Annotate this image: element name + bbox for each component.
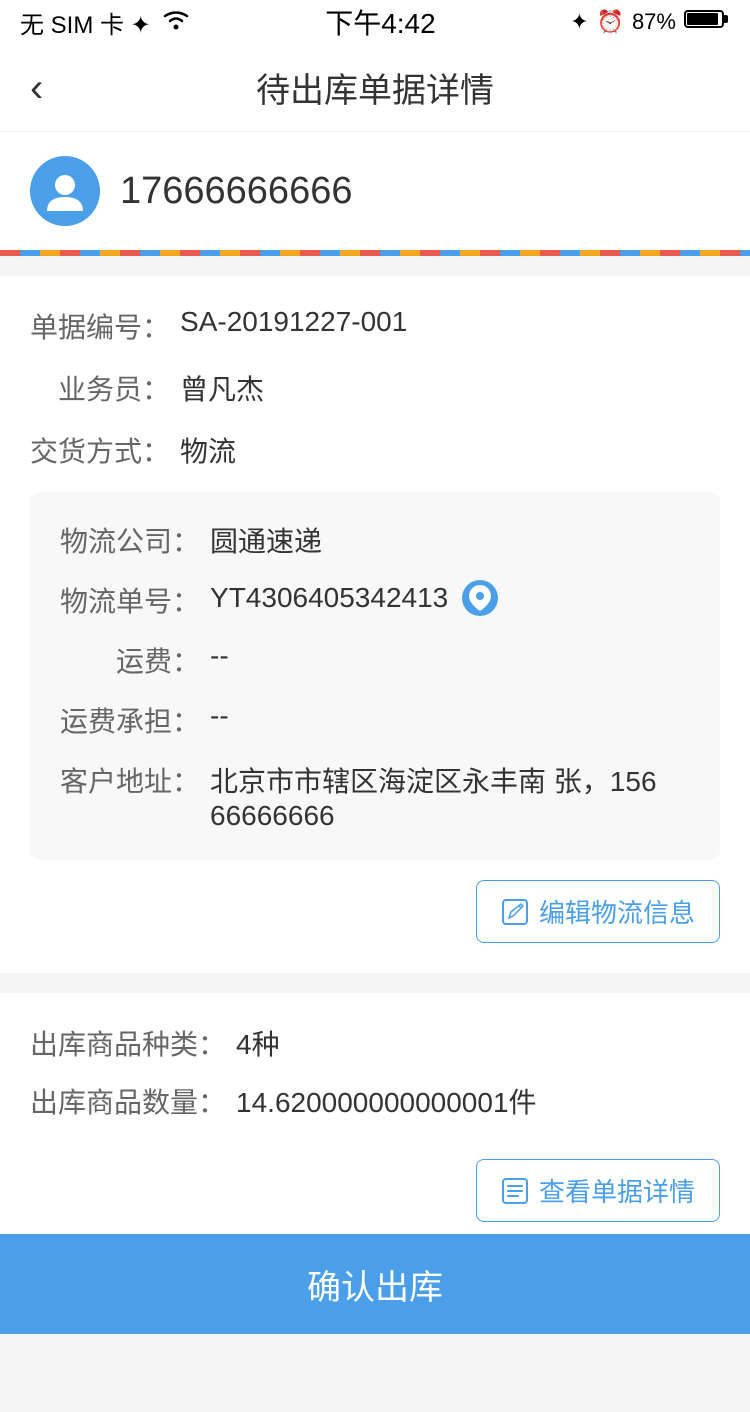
status-right: ✦ ⏰ 87% xyxy=(570,8,730,36)
wifi-icon xyxy=(161,8,191,37)
tracking-row: 物流单号： YT43064053424​13 xyxy=(60,580,690,620)
sim-text: 无 SIM 卡 ✦ xyxy=(20,5,151,40)
goods-type-value: 4种 xyxy=(236,1023,280,1063)
company-row: 物流公司： 圆通速递 xyxy=(60,520,690,560)
status-left: 无 SIM 卡 ✦ xyxy=(20,5,191,40)
freight-row: 运费： -- xyxy=(60,640,690,680)
delivery-method-row: 交货方式： 物流 xyxy=(30,430,720,470)
view-detail-button-container: 查看单据详情 xyxy=(30,1139,720,1222)
address-row: 客户地址： 北京市市辖区海淀区永丰南 张，156 66666666 xyxy=(60,760,690,832)
status-time: 下午4:42 xyxy=(325,2,436,42)
dashed-divider xyxy=(0,250,750,256)
delivery-method-value: 物流 xyxy=(180,430,720,470)
confirm-button-container[interactable]: 确认出库 xyxy=(0,1234,750,1334)
company-label: 物流公司： xyxy=(60,520,200,560)
document-number-value: SA-20191227-001 xyxy=(180,306,720,338)
page-title: 待出库单据详情 xyxy=(256,63,494,112)
battery-icon xyxy=(684,8,730,36)
edit-logistics-label: 编辑物流信息 xyxy=(539,893,695,930)
tracking-value: YT43064053424​13 xyxy=(210,580,690,616)
freight-bearer-label: 运费承担： xyxy=(60,700,200,740)
alarm-icon: ⏰ xyxy=(597,9,624,35)
document-number-row: 单据编号： SA-20191227-001 xyxy=(30,306,720,346)
back-button[interactable]: ‹ xyxy=(30,68,43,108)
sales-person-label: 业务员： xyxy=(30,368,170,408)
logistics-card: 物流公司： 圆通速递 物流单号： YT43064053424​13 运费： xyxy=(30,492,720,860)
confirm-button-label: 确认出库 xyxy=(307,1260,443,1309)
status-bar: 无 SIM 卡 ✦ 下午4:42 ✦ ⏰ 87% xyxy=(0,0,750,44)
location-status-icon: ✦ xyxy=(570,9,588,35)
battery-text: 87% xyxy=(632,9,676,35)
sales-person-row: 业务员： 曾凡杰 xyxy=(30,368,720,408)
edit-button-container: 编辑物流信息 xyxy=(30,860,720,943)
nav-bar: ‹ 待出库单据详情 xyxy=(0,44,750,132)
address-value: 北京市市辖区海淀区永丰南 张，156 66666666 xyxy=(210,760,690,832)
freight-value: -- xyxy=(210,640,690,672)
edit-logistics-button[interactable]: 编辑物流信息 xyxy=(476,880,720,943)
view-detail-label: 查看单据详情 xyxy=(539,1172,695,1209)
view-detail-button[interactable]: 查看单据详情 xyxy=(476,1159,720,1222)
customer-phone: 17666666666 xyxy=(120,170,352,213)
location-pin-icon[interactable] xyxy=(462,580,498,616)
sales-person-value: 曾凡杰 xyxy=(180,368,720,408)
order-info-section: 单据编号： SA-20191227-001 业务员： 曾凡杰 交货方式： 物流 … xyxy=(0,276,750,973)
freight-bearer-value: -- xyxy=(210,700,690,732)
goods-type-row: 出库商品种类： 4种 xyxy=(30,1023,720,1063)
address-label: 客户地址： xyxy=(60,760,200,800)
delivery-method-label: 交货方式： xyxy=(30,430,170,470)
company-value: 圆通速递 xyxy=(210,520,690,560)
goods-quantity-value: 14.620000000000001件 xyxy=(236,1081,537,1121)
goods-quantity-label: 出库商品数量： xyxy=(30,1081,226,1121)
goods-quantity-row: 出库商品数量： 14.620000000000001件 xyxy=(30,1081,720,1121)
freight-bearer-row: 运费承担： -- xyxy=(60,700,690,740)
avatar xyxy=(30,156,100,226)
customer-header: 17666666666 xyxy=(0,132,750,250)
freight-label: 运费： xyxy=(60,640,200,680)
document-number-label: 单据编号： xyxy=(30,306,170,346)
goods-section: 出库商品种类： 4种 出库商品数量： 14.620000000000001件 查… xyxy=(0,993,750,1252)
tracking-number: YT43064053424​13 xyxy=(210,582,448,614)
tracking-label: 物流单号： xyxy=(60,580,200,620)
goods-type-label: 出库商品种类： xyxy=(30,1023,226,1063)
